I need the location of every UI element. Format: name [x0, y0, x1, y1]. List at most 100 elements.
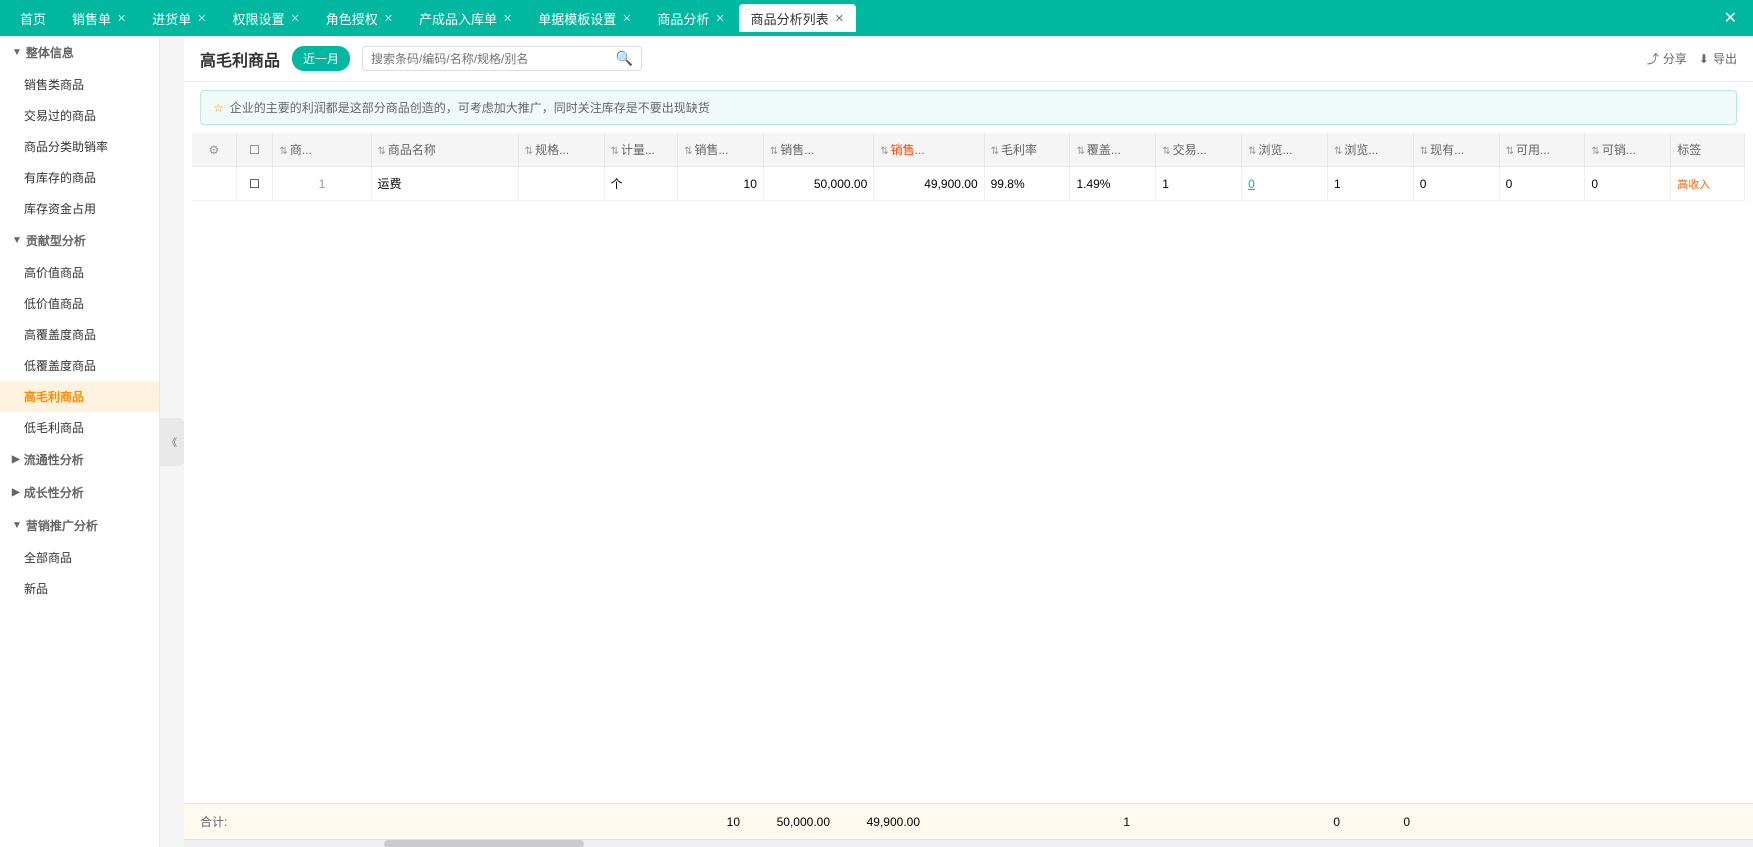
sidebar-group-marketing-label: 营销推广分析: [26, 517, 98, 534]
col-sales-amount-header[interactable]: ⇅销售...: [763, 133, 873, 167]
tab-analysis-list-close[interactable]: ✕: [835, 12, 844, 25]
row-gross-margin: 99.8%: [984, 167, 1070, 201]
col-name-header[interactable]: ⇅商品名称: [371, 133, 518, 167]
col-sales-qty-header[interactable]: ⇅销售...: [678, 133, 764, 167]
sidebar-group-contribution[interactable]: ▼ 贡献型分析: [0, 224, 159, 257]
col-current-stock-header[interactable]: ⇅现有...: [1413, 133, 1499, 167]
tab-role-close[interactable]: ✕: [384, 12, 393, 25]
share-icon: ⤴: [1647, 50, 1659, 67]
tab-production-close[interactable]: ✕: [503, 12, 512, 25]
col-saleable-header[interactable]: ⇅可销...: [1585, 133, 1671, 167]
header-actions: ⤴ 分享 ⬇ 导出: [1647, 50, 1737, 67]
tab-sales-label: 销售单: [72, 9, 111, 28]
sidebar-item-low-coverage[interactable]: 低覆盖度商品: [0, 350, 159, 381]
sidebar-item-all-goods[interactable]: 全部商品: [0, 542, 159, 573]
tab-permission-label: 权限设置: [232, 9, 284, 28]
tab-production[interactable]: 产成品入库单 ✕: [407, 4, 524, 32]
row-settings[interactable]: [192, 167, 236, 201]
sidebar-group-marketing[interactable]: ▼ 营销推广分析: [0, 509, 159, 542]
share-btn[interactable]: ⤴ 分享: [1647, 50, 1687, 67]
tab-home[interactable]: 首页: [8, 4, 58, 32]
sidebar-item-high-margin[interactable]: 高毛利商品: [0, 381, 159, 412]
flow-arrow-icon: ▶: [12, 454, 20, 465]
tab-role[interactable]: 角色授权 ✕: [314, 4, 405, 32]
footer-trade: 1: [1066, 815, 1136, 829]
sidebar-item-low-margin[interactable]: 低毛利商品: [0, 412, 159, 443]
export-label: 导出: [1713, 50, 1737, 67]
row-sales-cost: 49,900.00: [874, 167, 984, 201]
table-wrapper[interactable]: ⚙ ☐ ⇅商... ⇅商品名称 ⇅规格... ⇅计量... ⇅销售... ⇅销售…: [184, 133, 1753, 803]
sidebar-item-traded-goods[interactable]: 交易过的商品: [0, 100, 159, 131]
tab-purchase[interactable]: 进货单 ✕: [140, 4, 218, 32]
tab-permission[interactable]: 权限设置 ✕: [220, 4, 311, 32]
search-icon[interactable]: 🔍: [616, 50, 633, 67]
col-checkbox-header[interactable]: ☐: [236, 133, 273, 167]
col-sales-cost-header[interactable]: ⇅销售...: [874, 133, 984, 167]
tab-production-label: 产成品入库单: [419, 9, 497, 28]
tab-analysis-label: 商品分析: [657, 9, 709, 28]
col-available-header[interactable]: ⇅可用...: [1499, 133, 1585, 167]
tab-home-label: 首页: [20, 9, 46, 28]
sidebar-item-low-value[interactable]: 低价值商品: [0, 288, 159, 319]
sidebar-item-high-value[interactable]: 高价值商品: [0, 257, 159, 288]
tab-sales[interactable]: 销售单 ✕: [60, 4, 138, 32]
content-header: 高毛利商品 近一月 🔍 ⤴ 分享 ⬇ 导出: [184, 36, 1753, 82]
table-row: ☐ 1 运费 个 10 50,000.00 49,900.00 99.8% 1.…: [192, 167, 1745, 201]
footer-sales-amount: 50,000.00: [746, 815, 836, 829]
page-title: 高毛利商品: [200, 47, 280, 71]
row-tag: 高收入: [1671, 167, 1745, 201]
sidebar-item-high-coverage[interactable]: 高覆盖度商品: [0, 319, 159, 350]
footer-available: 0: [1346, 815, 1416, 829]
export-icon: ⬇: [1699, 52, 1709, 66]
sidebar-item-new-goods[interactable]: 新品: [0, 573, 159, 604]
col-margin-header[interactable]: ⇅毛利率: [984, 133, 1070, 167]
col-view2-header[interactable]: ⇅浏览...: [1327, 133, 1413, 167]
tab-role-label: 角色授权: [326, 9, 378, 28]
col-settings[interactable]: ⚙: [192, 133, 236, 167]
tab-template-close[interactable]: ✕: [622, 12, 631, 25]
col-unit-header[interactable]: ⇅计量...: [604, 133, 678, 167]
row-saleable: 0: [1585, 167, 1671, 201]
sidebar-group-overall[interactable]: ▼ 整体信息: [0, 36, 159, 69]
horizontal-scrollbar[interactable]: [184, 839, 1753, 847]
col-coverage-header[interactable]: ⇅覆盖...: [1070, 133, 1156, 167]
search-box: 🔍: [362, 46, 642, 71]
sidebar-collapse-btn[interactable]: 《: [160, 418, 184, 466]
tab-analysis-list[interactable]: 商品分析列表 ✕: [739, 4, 856, 32]
col-view1-header[interactable]: ⇅浏览...: [1242, 133, 1328, 167]
sidebar-item-sales-goods[interactable]: 销售类商品: [0, 69, 159, 100]
search-input[interactable]: [371, 52, 610, 66]
col-tag-header[interactable]: 标签: [1671, 133, 1745, 167]
export-btn[interactable]: ⬇ 导出: [1699, 50, 1737, 67]
tab-permission-close[interactable]: ✕: [291, 12, 300, 25]
row-num: 1: [273, 167, 371, 201]
row-sales-amount: 50,000.00: [763, 167, 873, 201]
row-checkbox[interactable]: ☐: [236, 167, 273, 201]
growth-arrow-icon: ▶: [12, 487, 20, 498]
sidebar-item-category-rate[interactable]: 商品分类助销率: [0, 131, 159, 162]
sidebar-group-growth[interactable]: ▶ 成长性分析: [0, 476, 159, 509]
footer-sales-cost: 49,900.00: [836, 815, 926, 829]
row-view2: 1: [1327, 167, 1413, 201]
col-code-header[interactable]: ⇅商...: [273, 133, 371, 167]
sidebar-item-in-stock[interactable]: 有库存的商品: [0, 162, 159, 193]
share-label: 分享: [1663, 50, 1687, 67]
col-trade-header[interactable]: ⇅交易...: [1156, 133, 1242, 167]
tab-analysis-close[interactable]: ✕: [715, 12, 724, 25]
col-spec-header[interactable]: ⇅规格...: [518, 133, 604, 167]
filter-recent-month-btn[interactable]: 近一月: [292, 46, 350, 71]
sidebar-group-flow[interactable]: ▶ 流通性分析: [0, 443, 159, 476]
sidebar-group-flow-label: 流通性分析: [24, 451, 84, 468]
sidebar-item-stock-capital[interactable]: 库存资金占用: [0, 193, 159, 224]
window-close-btn[interactable]: ✕: [1716, 8, 1745, 28]
tab-analysis[interactable]: 商品分析 ✕: [645, 4, 736, 32]
row-view1[interactable]: 0: [1242, 167, 1328, 201]
tab-template[interactable]: 单据模板设置 ✕: [526, 4, 643, 32]
sidebar-group-growth-label: 成长性分析: [24, 484, 84, 501]
tab-sales-close[interactable]: ✕: [117, 12, 126, 25]
footer-sales-qty: 10: [676, 815, 746, 829]
info-icon: ☆: [213, 101, 224, 115]
tab-purchase-close[interactable]: ✕: [197, 12, 206, 25]
content-area: 高毛利商品 近一月 🔍 ⤴ 分享 ⬇ 导出: [184, 36, 1753, 847]
footer-label: 合计:: [200, 813, 280, 830]
